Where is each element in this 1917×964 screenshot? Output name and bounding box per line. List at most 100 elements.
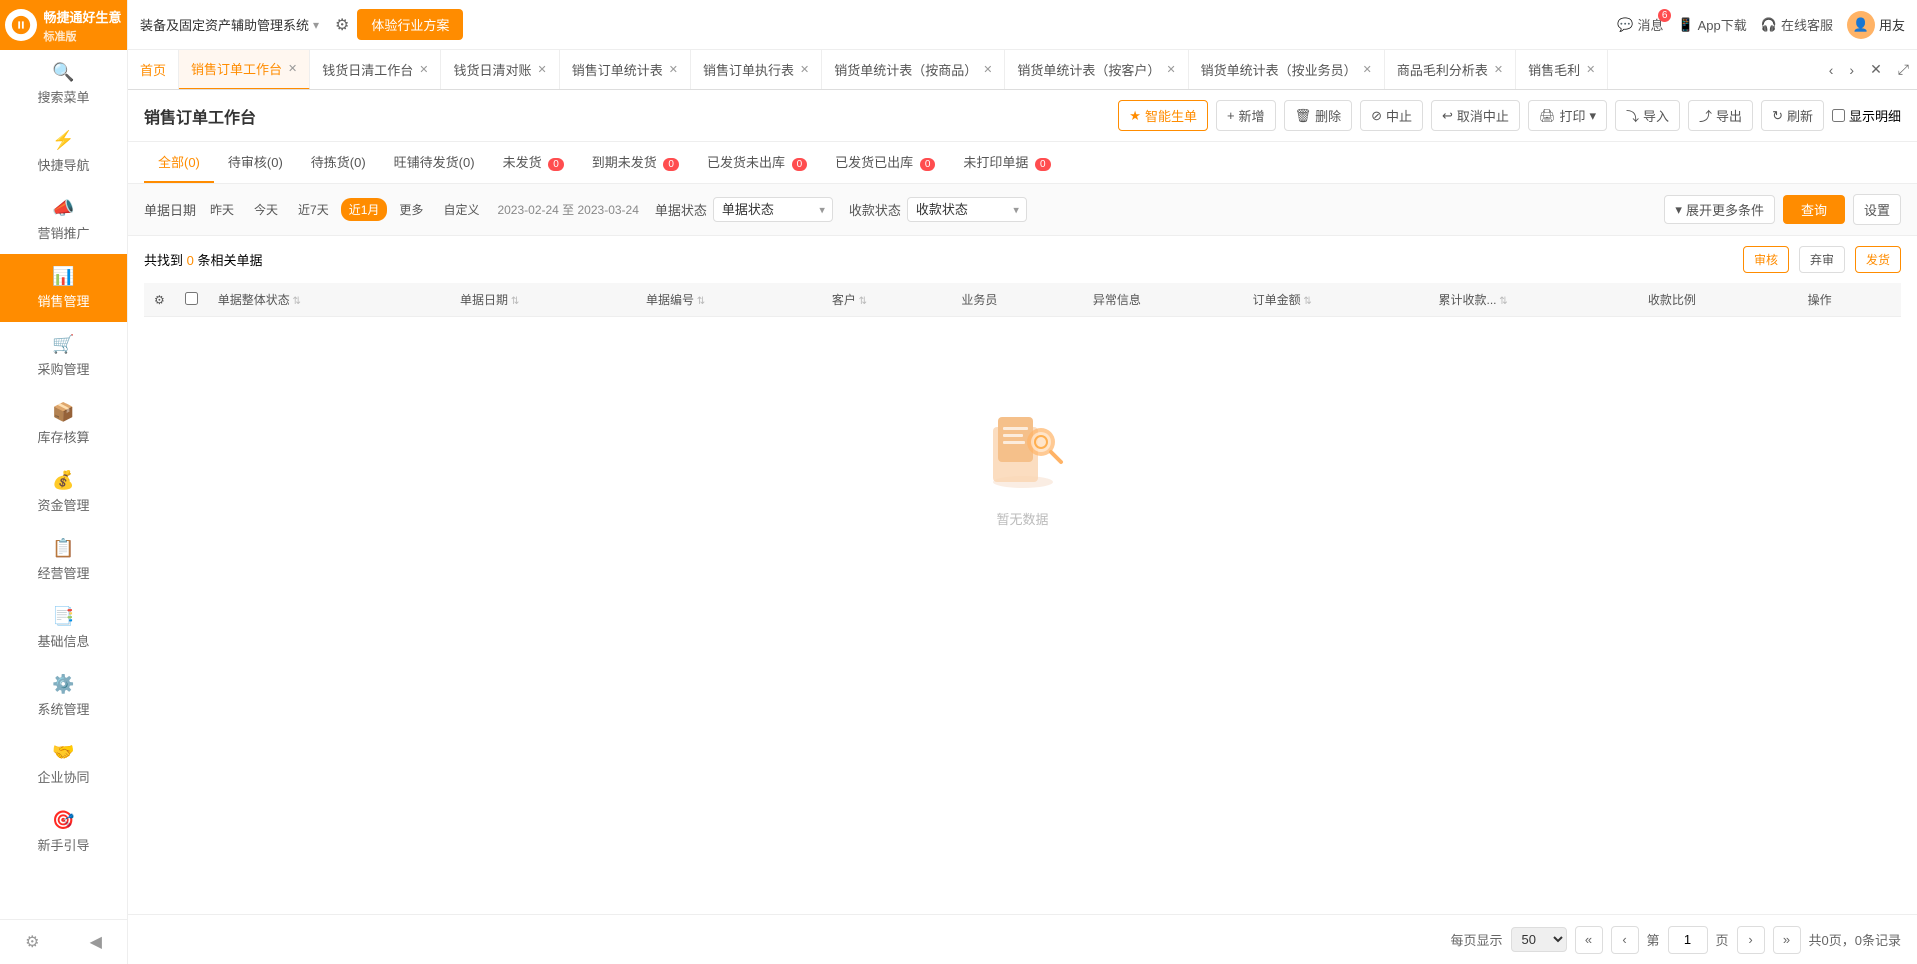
tab-close-all-button[interactable]: ✕ [1862,50,1890,90]
th-customer[interactable]: 客户 [822,283,952,317]
sidebar-item-system[interactable]: ⚙️ 系统管理 [0,662,127,730]
settings-bottom-icon[interactable]: ⚙ [25,932,39,952]
tab-home[interactable]: 首页 [128,50,179,90]
purchase-icon: 🛒 [52,334,74,355]
date-option-custom[interactable]: 自定义 [435,198,487,221]
print-button[interactable]: 🖨 打印 ▾ [1528,100,1607,131]
date-option-more[interactable]: 更多 [391,198,431,221]
sidebar-item-operation[interactable]: 📋 经营管理 [0,526,127,594]
export-button[interactable]: ⤴ 导出 [1688,100,1753,131]
sidebar-item-basic-info[interactable]: 📑 基础信息 [0,594,127,662]
tab-sales-by-staff[interactable]: 销货单统计表（按业务员） ✕ [1189,50,1385,90]
tab-close-icon[interactable]: ✕ [1586,63,1595,76]
page-number-input[interactable] [1668,926,1708,954]
sidebar-item-inventory[interactable]: 📦 库存核算 [0,390,127,458]
cancel-stop-button[interactable]: ↩ 取消中止 [1431,100,1520,131]
tab-close-icon[interactable]: ✕ [1166,63,1175,76]
sidebar-item-marketing[interactable]: 📣 营销推广 [0,186,127,254]
sidebar-item-newbie[interactable]: 🎯 新手引导 [0,798,127,866]
tab-prev-button[interactable]: ‹ [1821,50,1842,90]
last-page-button[interactable]: » [1773,926,1801,954]
filter-tab-wangpu-pending[interactable]: 旺铺待发货(0) [380,142,489,183]
tab-close-icon[interactable]: ✕ [288,62,297,75]
tab-close-icon[interactable]: ✕ [1363,63,1372,76]
filter-tab-shipped-not-out[interactable]: 已发货未出库 0 [693,142,821,183]
tab-next-button[interactable]: › [1841,50,1862,90]
message-badge: 6 [1658,9,1672,22]
smart-create-button[interactable]: ★ 智能生单 [1118,100,1208,131]
tab-sales-workbench[interactable]: 销售订单工作台 ✕ [179,50,310,90]
tab-close-icon[interactable]: ✕ [538,63,547,76]
per-page-select[interactable]: 50 10 20 100 [1511,927,1567,952]
status-select[interactable]: 单据状态 [713,197,833,222]
add-button[interactable]: + 新增 [1216,100,1276,131]
sidebar-item-finance[interactable]: 💰 资金管理 [0,458,127,526]
tab-sales-by-customer[interactable]: 销货单统计表（按客户） ✕ [1005,50,1188,90]
filter-tab-pending-pick[interactable]: 待拣货(0) [297,142,380,183]
delete-button[interactable]: 🗑 删除 [1284,100,1353,131]
th-date[interactable]: 单据日期 [450,283,636,317]
tab-close-icon[interactable]: ✕ [983,63,992,76]
tab-close-icon[interactable]: ✕ [1494,63,1503,76]
tab-expand-button[interactable]: ⤢ [1890,50,1917,90]
th-settings[interactable]: ⚙ [144,283,175,317]
industry-solution-button[interactable]: 体验行业方案 [357,9,463,40]
ship-button[interactable]: 发货 [1855,246,1901,273]
table-header: ⚙ 单据整体状态 单据日期 单据编号 客户 业务员 异常信息 订单金额 累计收款… [144,283,1901,317]
tab-sales-rev[interactable]: 销售毛利 ✕ [1516,50,1608,90]
filter-tab-pending-review[interactable]: 待审核(0) [214,142,297,183]
stop-icon: ⊘ [1371,108,1382,124]
expand-conditions-button[interactable]: ▾ 展开更多条件 [1664,195,1775,224]
gear-icon[interactable]: ⚙ [335,15,349,35]
prev-page-button[interactable]: ‹ [1611,926,1639,954]
message-item[interactable]: 💬 消息 6 [1617,15,1663,34]
th-status[interactable]: 单据整体状态 [208,283,450,317]
filter-tab-not-printed[interactable]: 未打印单据 0 [949,142,1064,183]
th-amount[interactable]: 订单金额 [1243,283,1429,317]
filter-tab-all[interactable]: 全部(0) [144,142,214,183]
tab-cash-daily[interactable]: 钱货日清工作台 ✕ [310,50,441,90]
payment-select[interactable]: 收款状态 [907,197,1027,222]
date-option-today[interactable]: 今天 [246,198,286,221]
tab-cash-reconcile[interactable]: 钱货日清对账 ✕ [441,50,559,90]
sidebar-item-quick-nav[interactable]: ⚡ 快捷导航 [0,118,127,186]
refresh-button[interactable]: ↻ 刷新 [1761,100,1824,131]
tab-close-icon[interactable]: ✕ [669,63,678,76]
th-number[interactable]: 单据编号 [636,283,822,317]
date-option-yesterday[interactable]: 昨天 [202,198,242,221]
filter-tab-shipped-out[interactable]: 已发货已出库 0 [821,142,949,183]
tab-sales-stats[interactable]: 销售订单统计表 ✕ [560,50,691,90]
tab-sales-by-product[interactable]: 销货单统计表（按商品） ✕ [822,50,1005,90]
show-detail-label[interactable]: 显示明细 [1832,106,1901,125]
tab-sales-exec[interactable]: 销售订单执行表 ✕ [691,50,822,90]
sidebar-label-marketing: 营销推广 [37,223,89,242]
query-button[interactable]: 查询 [1783,195,1845,224]
filter-tab-not-shipped[interactable]: 未发货 0 [489,142,578,183]
collapse-icon[interactable]: ◀ [90,932,102,952]
stop-button[interactable]: ⊘ 中止 [1360,100,1423,131]
user-item[interactable]: 👤 用友 [1847,11,1905,39]
review-button[interactable]: 审核 [1743,246,1789,273]
chevron-down-icon: ▾ [313,18,319,32]
select-all-checkbox[interactable] [185,292,198,305]
sidebar-item-purchase[interactable]: 🛒 采购管理 [0,322,127,390]
date-option-1month[interactable]: 近1月 [341,198,388,221]
online-service-item[interactable]: 🎧 在线客服 [1761,15,1833,34]
app-download-item[interactable]: 📱 App下载 [1677,15,1746,34]
sidebar-item-search[interactable]: 🔍 搜索菜单 [0,50,127,118]
next-page-button[interactable]: › [1737,926,1765,954]
filter-tab-overdue-not-shipped[interactable]: 到期未发货 0 [578,142,693,183]
tab-close-icon[interactable]: ✕ [419,63,428,76]
show-detail-checkbox[interactable] [1832,109,1845,122]
import-button[interactable]: ⤵ 导入 [1615,100,1680,131]
set-button[interactable]: 设置 [1853,194,1901,225]
th-collected[interactable]: 累计收款... [1429,283,1638,317]
cancel-review-button[interactable]: 弃审 [1799,246,1845,273]
date-option-7days[interactable]: 近7天 [290,198,337,221]
sidebar-item-sales[interactable]: 📊 销售管理 [0,254,127,322]
tab-gross-margin[interactable]: 商品毛利分析表 ✕ [1385,50,1516,90]
tab-close-icon[interactable]: ✕ [800,63,809,76]
first-page-button[interactable]: « [1575,926,1603,954]
sidebar-item-enterprise[interactable]: 🤝 企业协同 [0,730,127,798]
th-checkbox[interactable] [175,283,208,317]
